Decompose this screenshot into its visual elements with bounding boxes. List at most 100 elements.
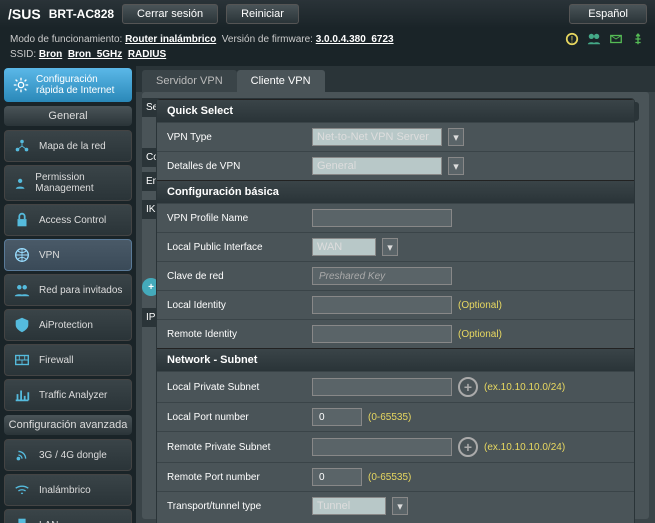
tab-vpn-client[interactable]: Cliente VPN — [237, 70, 325, 92]
sidebar-item-traffic-analyzer[interactable]: Traffic Analyzer — [4, 379, 132, 411]
label-vpn-details: Detalles de VPN — [167, 161, 312, 172]
label-local-port: Local Port number — [167, 412, 312, 423]
sidebar-item-guest-network[interactable]: Red para invitados — [4, 274, 132, 306]
sidebar-item-label: Red para invitados — [39, 285, 122, 296]
dropdown-icon[interactable]: ▾ — [382, 238, 398, 256]
ssid-2[interactable]: Bron_5GHz — [68, 49, 122, 60]
reboot-button[interactable]: Reiniciar — [226, 4, 299, 24]
ssid-3[interactable]: RADIUS — [128, 49, 166, 60]
sidebar-item-label: Traffic Analyzer — [39, 390, 107, 401]
lock-icon — [13, 211, 31, 229]
sidebar-item-lan[interactable]: LAN — [4, 509, 132, 523]
firewall-icon — [13, 351, 31, 369]
network-icon — [13, 137, 31, 155]
sidebar-item-label: Access Control — [39, 215, 106, 226]
sidebar-item-label: Permission Management — [35, 172, 123, 194]
subnet-hint: (ex.10.10.10.0/24) — [484, 382, 565, 393]
label-local-identity: Local Identity — [167, 300, 312, 311]
input-network-key[interactable] — [312, 267, 452, 285]
input-profile-name[interactable] — [312, 209, 452, 227]
select-vpn-type[interactable]: Net-to-Net VPN Server — [312, 128, 442, 146]
brand-logo: /SUS — [8, 6, 41, 22]
port-hint: (0-65535) — [368, 472, 411, 483]
sidebar-item-dongle[interactable]: 3G / 4G dongle — [4, 439, 132, 471]
select-local-interface[interactable]: WAN — [312, 238, 376, 256]
sidebar-item-access-control[interactable]: Access Control — [4, 204, 132, 236]
mail-icon[interactable] — [609, 32, 623, 46]
sidebar-item-label: VPN — [39, 250, 60, 261]
section-basic-config: Configuración básica — [157, 180, 634, 203]
info-icon[interactable]: ! — [565, 32, 579, 46]
section-network-subnet: Network - Subnet — [157, 348, 634, 371]
chart-icon — [13, 386, 31, 404]
label-profile-name: VPN Profile Name — [167, 213, 312, 224]
sidebar-item-label: 3G / 4G dongle — [39, 450, 107, 461]
label-remote-port: Remote Port number — [167, 472, 312, 483]
sidebar-item-aiprotection[interactable]: AiProtection — [4, 309, 132, 341]
label-tunnel-type: Transport/tunnel type — [167, 501, 312, 512]
quick-setup-button[interactable]: Configuraciónrápida de Internet — [4, 68, 132, 102]
sidebar-item-label: Firewall — [39, 355, 73, 366]
label-network-key: Clave de red — [167, 271, 312, 282]
users-icon[interactable] — [587, 32, 601, 46]
sidebar-item-permission[interactable]: Permission Management — [4, 165, 132, 201]
tab-vpn-server[interactable]: Servidor VPN — [142, 70, 237, 92]
vpn-icon — [13, 246, 31, 264]
label-local-private-subnet: Local Private Subnet — [167, 382, 312, 393]
optional-hint: (Optional) — [458, 329, 502, 340]
input-remote-port[interactable] — [312, 468, 362, 486]
user-icon — [13, 174, 27, 192]
input-local-private-subnet[interactable] — [312, 378, 452, 396]
sidebar: Configuraciónrápida de Internet General … — [0, 66, 136, 523]
svg-text:!: ! — [571, 35, 573, 45]
main-content: Servidor VPN Cliente VPN Se Co En IKE + … — [136, 66, 655, 523]
input-local-port[interactable] — [312, 408, 362, 426]
sidebar-item-label: AiProtection — [39, 320, 93, 331]
port-hint: (0-65535) — [368, 412, 411, 423]
sidebar-item-firewall[interactable]: Firewall — [4, 344, 132, 376]
vpn-config-dialog: Quick Select VPN TypeNet-to-Net VPN Serv… — [156, 98, 635, 523]
sidebar-item-network-map[interactable]: Mapa de la red — [4, 130, 132, 162]
dropdown-icon[interactable]: ▾ — [392, 497, 408, 515]
section-quick-select: Quick Select — [157, 99, 634, 122]
wifi-icon — [13, 481, 31, 499]
logout-button[interactable]: Cerrar sesión — [122, 4, 218, 24]
model-number: BRT-AC828 — [49, 7, 114, 21]
section-advanced: Configuración avanzada — [4, 415, 132, 435]
sidebar-item-label: Mapa de la red — [39, 141, 106, 152]
fw-value[interactable]: 3.0.0.4.380_6723 — [316, 34, 394, 45]
add-subnet-button[interactable]: + — [458, 437, 478, 457]
input-local-identity[interactable] — [312, 296, 452, 314]
add-subnet-button[interactable]: + — [458, 377, 478, 397]
usb-icon[interactable] — [631, 32, 645, 46]
tab-bar: Servidor VPN Cliente VPN — [136, 66, 655, 92]
section-general: General — [4, 106, 132, 126]
info-bar: ! Modo de funcionamiento: Router inalámb… — [0, 28, 655, 66]
qis-line1: Configuración — [36, 74, 114, 85]
top-bar: /SUS BRT-AC828 Cerrar sesión Reiniciar E… — [0, 0, 655, 28]
label-vpn-type: VPN Type — [167, 132, 312, 143]
qis-line2: rápida de Internet — [36, 85, 114, 96]
sidebar-item-wireless[interactable]: Inalámbrico — [4, 474, 132, 506]
mode-value[interactable]: Router inalámbrico — [125, 34, 216, 45]
input-remote-identity[interactable] — [312, 325, 452, 343]
dropdown-icon[interactable]: ▾ — [448, 128, 464, 146]
sidebar-item-label: LAN — [39, 520, 58, 523]
ssid-1[interactable]: Bron — [39, 49, 62, 60]
label-local-interface: Local Public Interface — [167, 242, 312, 253]
guest-icon — [13, 281, 31, 299]
lan-icon — [13, 516, 31, 523]
signal-icon — [13, 446, 31, 464]
ssid-label: SSID: — [10, 49, 36, 60]
label-remote-identity: Remote Identity — [167, 329, 312, 340]
shield-icon — [13, 316, 31, 334]
language-button[interactable]: Español — [569, 4, 647, 24]
label-remote-private-subnet: Remote Private Subnet — [167, 442, 312, 453]
sidebar-item-vpn[interactable]: VPN — [4, 239, 132, 271]
select-vpn-details[interactable]: General — [312, 157, 442, 175]
fw-label: Versión de firmware: — [222, 34, 313, 45]
select-tunnel-type[interactable]: Tunnel — [312, 497, 386, 515]
dropdown-icon[interactable]: ▾ — [448, 157, 464, 175]
status-icons: ! — [565, 32, 645, 46]
input-remote-private-subnet[interactable] — [312, 438, 452, 456]
